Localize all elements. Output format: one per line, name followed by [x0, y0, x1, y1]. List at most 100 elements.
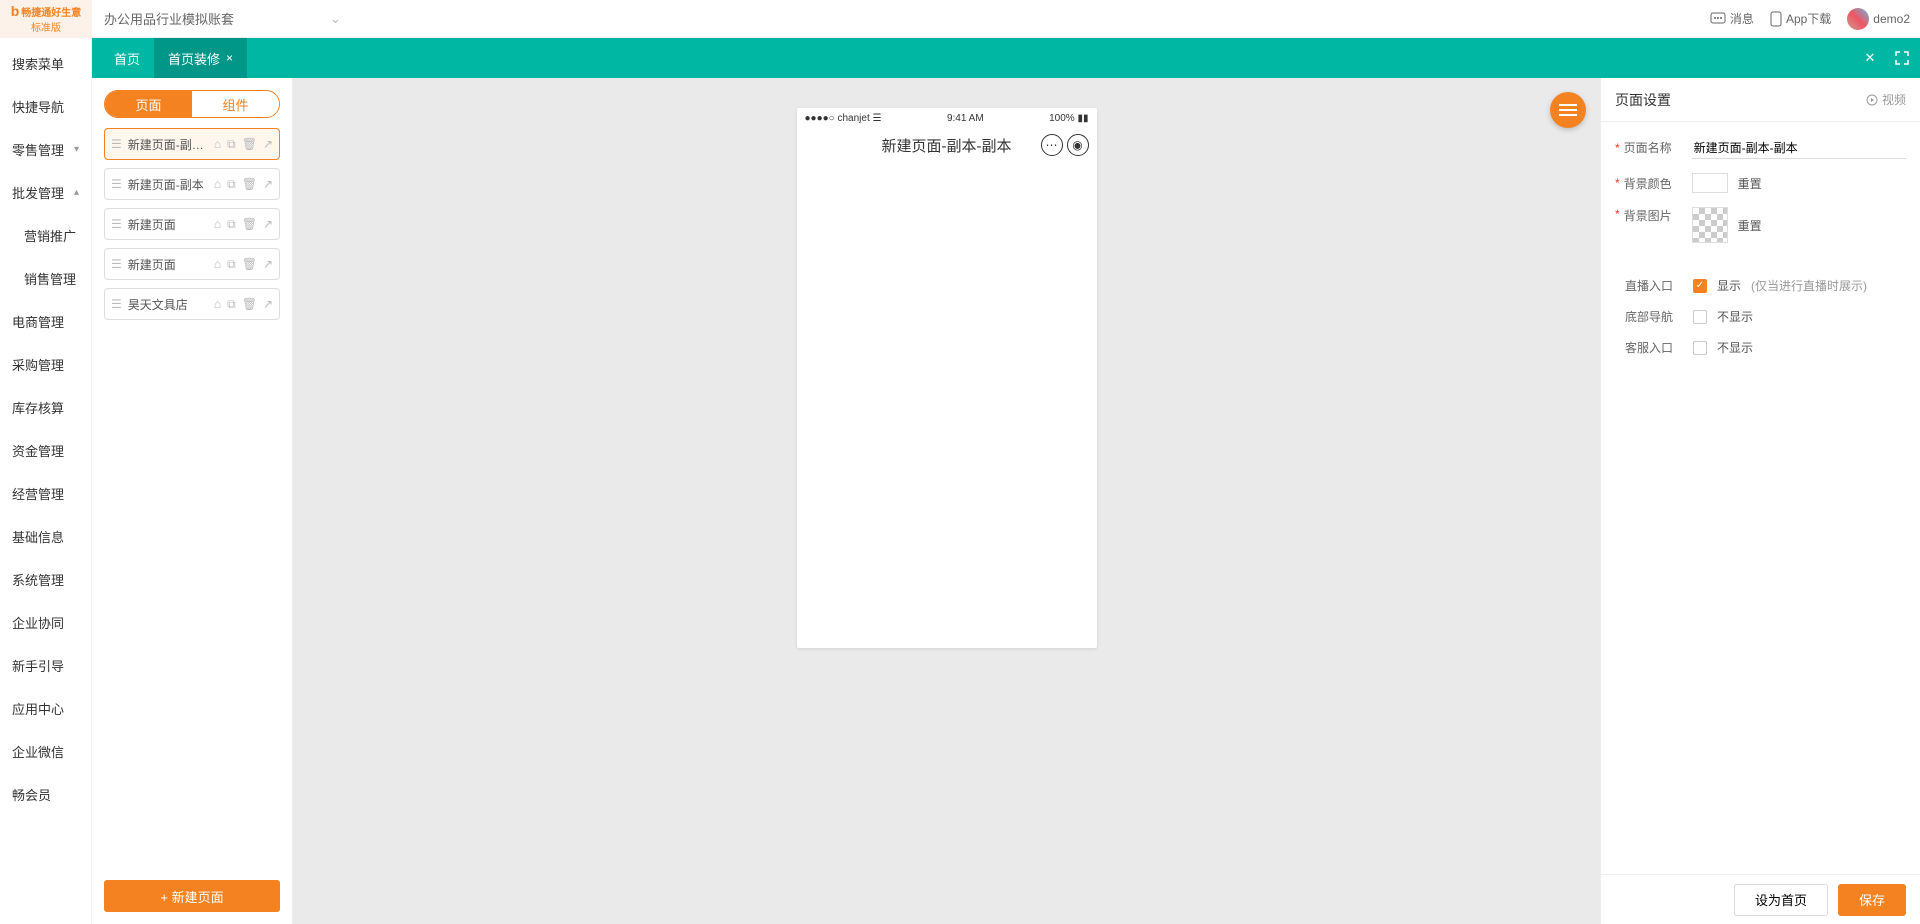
drag-icon[interactable]: ☰	[111, 297, 122, 311]
sidebar-item-base[interactable]: 基础信息	[0, 515, 91, 558]
account-set-selector[interactable]: 办公用品行业模拟账套 ⌄	[104, 9, 341, 28]
sidebar-item-member[interactable]: 畅会员	[0, 773, 91, 816]
sidebar-item-procure[interactable]: 采购管理	[0, 343, 91, 386]
app-download-button[interactable]: App下载	[1770, 10, 1831, 27]
sidebar-item-biz[interactable]: 经营管理	[0, 472, 91, 515]
menu-fab[interactable]	[1550, 92, 1586, 128]
miniapp-close-icon[interactable]: ◉	[1067, 134, 1089, 156]
home-icon[interactable]: ⌂	[214, 257, 221, 272]
sidebar-item-appcenter[interactable]: 应用中心	[0, 687, 91, 730]
sidebar-item-shortcut[interactable]: 快捷导航	[0, 85, 91, 128]
miniapp-more-icon[interactable]: ⋯	[1041, 134, 1063, 156]
sidebar-item-retail[interactable]: 零售管理▾	[0, 128, 91, 171]
bgcolor-reset[interactable]: 重置	[1738, 175, 1762, 192]
bgimage-reset[interactable]: 重置	[1738, 217, 1762, 234]
status-carrier: ●●●●○ chanjet ☰	[805, 113, 882, 124]
copy-icon[interactable]: ⧉	[227, 177, 236, 192]
share-icon[interactable]: ↗	[263, 217, 273, 232]
sidebar-item-sales[interactable]: 销售管理	[0, 257, 91, 300]
copy-icon[interactable]: ⧉	[227, 137, 236, 152]
sidebar-item-wechat[interactable]: 企业微信	[0, 730, 91, 773]
home-icon[interactable]: ⌂	[214, 137, 221, 152]
bgimage-picker[interactable]	[1692, 207, 1728, 243]
share-icon[interactable]: ↗	[263, 297, 273, 312]
status-time: 9:41 AM	[947, 113, 984, 124]
page-item-label: 新建页面-副本	[128, 176, 208, 193]
drag-icon[interactable]: ☰	[111, 217, 122, 231]
caret-down-icon: ▾	[74, 144, 79, 155]
lbl-bottomnav: 底部导航	[1625, 308, 1693, 325]
home-icon[interactable]: ⌂	[214, 297, 221, 312]
sidebar-item-search[interactable]: 搜索菜单	[0, 42, 91, 85]
delete-icon[interactable]: 🗑	[242, 257, 257, 272]
chk-cs[interactable]	[1693, 341, 1707, 355]
chevron-down-icon: ⌄	[330, 11, 341, 27]
share-icon[interactable]: ↗	[263, 177, 273, 192]
drag-icon[interactable]: ☰	[111, 137, 122, 151]
lbl-pagename: 页面名称	[1624, 139, 1692, 156]
status-battery: 100% ▮▮	[1049, 113, 1088, 124]
panel-title: 页面设置	[1615, 90, 1671, 110]
share-icon[interactable]: ↗	[263, 257, 273, 272]
fullscreen-icon[interactable]	[1890, 46, 1914, 70]
delete-icon[interactable]: 🗑	[242, 177, 257, 192]
sidebar-item-system[interactable]: 系统管理	[0, 558, 91, 601]
tab-home[interactable]: 首页	[100, 38, 154, 78]
share-icon[interactable]: ↗	[263, 137, 273, 152]
page-list-item[interactable]: ☰昊天文具店⌂⧉🗑↗	[104, 288, 280, 320]
play-icon	[1866, 94, 1878, 106]
page-item-label: 新建页面-副本…	[128, 136, 208, 153]
caret-up-icon: ▴	[74, 187, 79, 198]
brand-logo: b畅捷通好生意 标准版	[0, 0, 92, 38]
page-list-item[interactable]: ☰ 新建页面-副本 ⌂ ⧉ 🗑 ↗	[104, 168, 280, 200]
right-panel: 页面设置 视频 *页面名称 *背景颜色 重置	[1600, 78, 1920, 924]
home-icon[interactable]: ⌂	[214, 217, 221, 232]
set-home-button[interactable]: 设为首页	[1734, 884, 1828, 916]
copy-icon[interactable]: ⧉	[227, 217, 236, 232]
input-pagename[interactable]	[1692, 136, 1906, 159]
lbl-bgimage: 背景图片	[1624, 207, 1692, 224]
lbl-live: 直播入口	[1625, 277, 1693, 294]
sidebar: 搜索菜单 快捷导航 零售管理▾ 批发管理▴ 营销推广 销售管理 电商管理 采购管…	[0, 38, 92, 924]
seg-component[interactable]: 组件	[192, 91, 279, 117]
drag-icon[interactable]: ☰	[111, 177, 122, 191]
sidebar-item-marketing[interactable]: 营销推广	[0, 214, 91, 257]
chk-live-show[interactable]: ✓	[1693, 279, 1707, 293]
sidebar-item-wholesale[interactable]: 批发管理▴	[0, 171, 91, 214]
page-list-item[interactable]: ☰ 新建页面 ⌂ ⧉ 🗑 ↗	[104, 248, 280, 280]
top-bar: b畅捷通好生意 标准版 办公用品行业模拟账套 ⌄ 消息 App下载 demo2	[0, 0, 1920, 38]
lbl-cs: 客服入口	[1625, 339, 1693, 356]
canvas-area: ●●●●○ chanjet ☰ 9:41 AM 100% ▮▮ 新建页面-副本-…	[293, 78, 1600, 924]
delete-icon[interactable]: 🗑	[242, 217, 257, 232]
tab-decorate[interactable]: 首页装修 ×	[154, 38, 247, 78]
delete-icon[interactable]: 🗑	[242, 297, 257, 312]
sidebar-item-guide[interactable]: 新手引导	[0, 644, 91, 687]
phone-page-title: 新建页面-副本-副本	[882, 135, 1012, 156]
page-list-item[interactable]: ☰ 新建页面-副本… ⌂ ⧉ 🗑 ↗	[104, 128, 280, 160]
seg-page[interactable]: 页面	[105, 91, 192, 117]
copy-icon[interactable]: ⧉	[227, 297, 236, 312]
phone-icon	[1770, 11, 1782, 27]
page-list-item[interactable]: ☰新建页面⌂⧉🗑↗	[104, 208, 280, 240]
menu-icon	[1559, 104, 1577, 116]
close-icon[interactable]: ×	[226, 51, 233, 65]
new-page-button[interactable]: + 新建页面	[104, 880, 280, 912]
tab-close-all[interactable]: ✕	[1858, 46, 1882, 70]
sidebar-item-ecommerce[interactable]: 电商管理	[0, 300, 91, 343]
sidebar-item-funds[interactable]: 资金管理	[0, 429, 91, 472]
page-item-label: 新建页面	[128, 256, 208, 273]
sidebar-item-collab[interactable]: 企业协同	[0, 601, 91, 644]
user-menu[interactable]: demo2	[1847, 8, 1910, 30]
video-help[interactable]: 视频	[1866, 91, 1906, 108]
bgcolor-swatch[interactable]	[1692, 173, 1728, 193]
messages-button[interactable]: 消息	[1710, 10, 1754, 27]
wifi-icon: ☰	[873, 113, 882, 124]
drag-icon[interactable]: ☰	[111, 257, 122, 271]
home-icon[interactable]: ⌂	[214, 177, 221, 192]
delete-icon[interactable]: 🗑	[242, 137, 257, 152]
chk-bottomnav[interactable]	[1693, 310, 1707, 324]
left-panel: 页面 组件 ☰ 新建页面-副本… ⌂ ⧉ 🗑 ↗ ☰ 新建页面-副本 ⌂ ⧉ 🗑 ↗ ☰ 新建页面 ⌂ ⧉ 🗑 ↗…	[92, 78, 293, 924]
copy-icon[interactable]: ⧉	[227, 257, 236, 272]
save-button[interactable]: 保存	[1838, 884, 1906, 916]
sidebar-item-inventory[interactable]: 库存核算	[0, 386, 91, 429]
